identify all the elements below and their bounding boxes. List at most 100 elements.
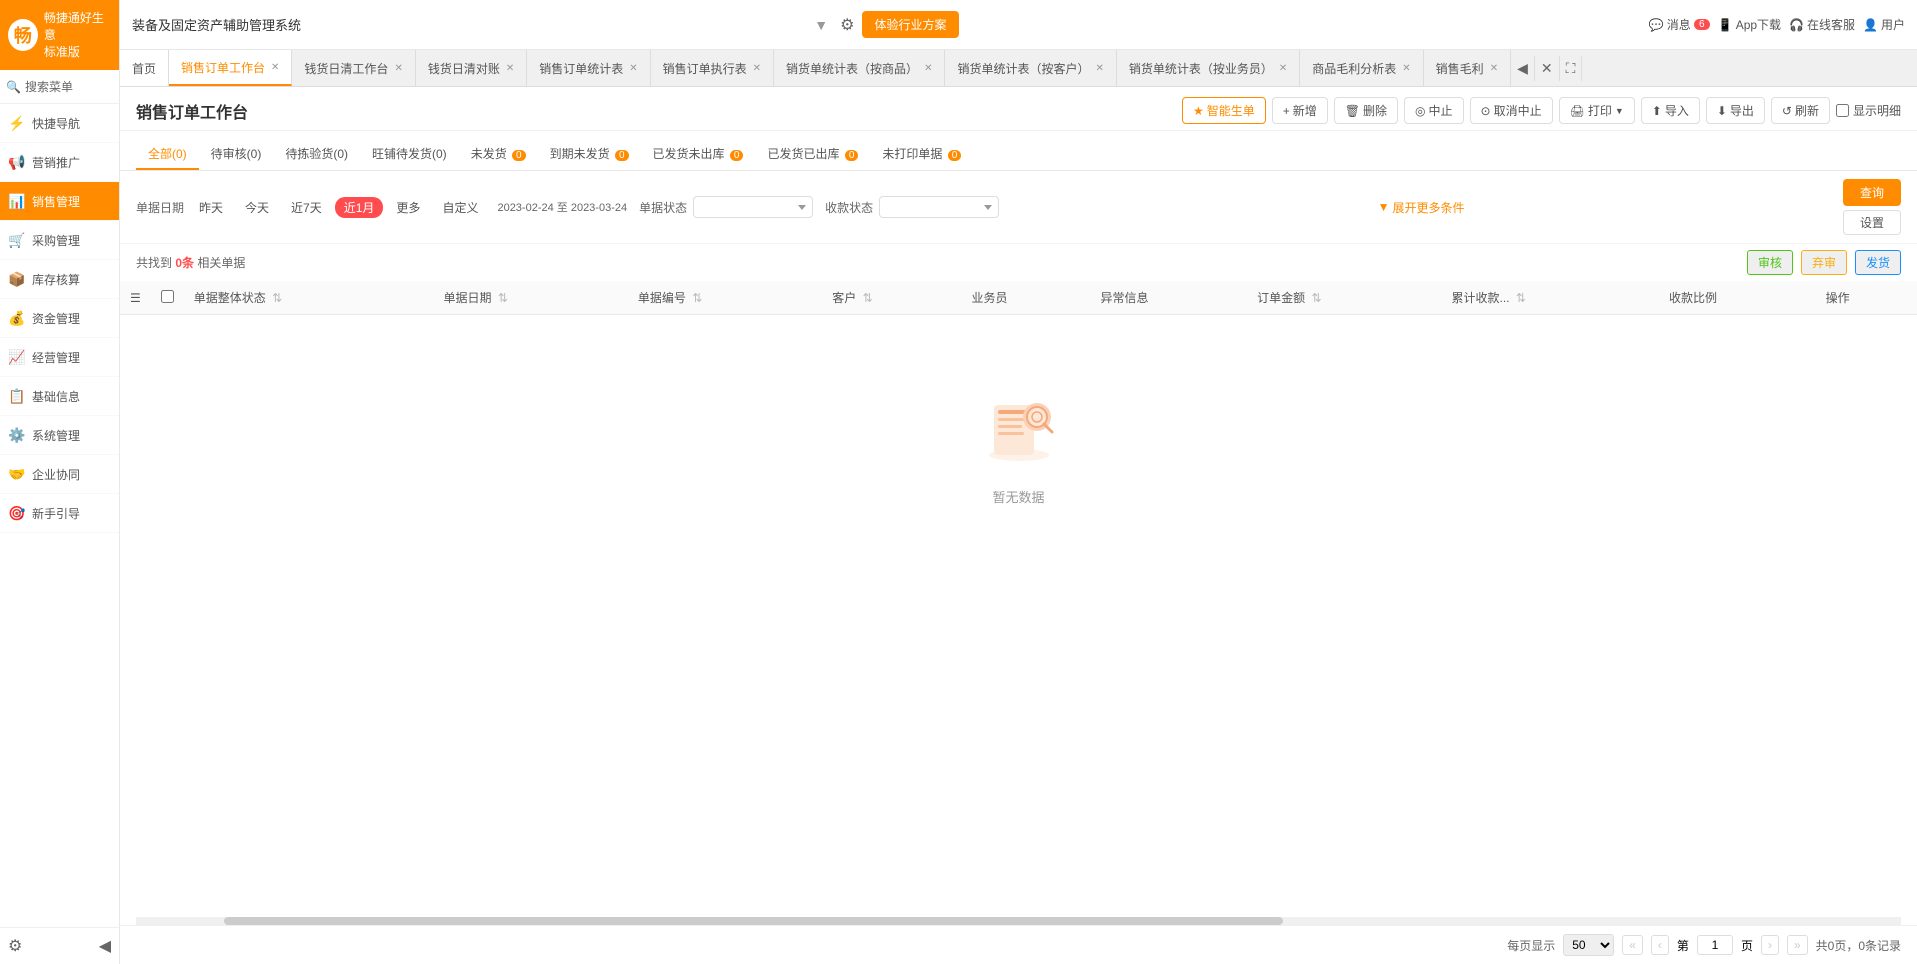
scrollbar-thumb[interactable] <box>224 917 1283 925</box>
select-all-checkbox[interactable] <box>161 290 174 303</box>
tab-close-icon[interactable]: ✕ <box>753 63 761 74</box>
sidebar-item-guide[interactable]: 🎯 新手引导 <box>0 494 119 533</box>
sort-customer-icon[interactable]: ⇅ <box>863 291 873 305</box>
date-btn-today[interactable]: 今天 <box>236 196 278 219</box>
tab-close-icon[interactable]: ✕ <box>506 63 514 74</box>
dropdown-arrow-icon[interactable]: ▼ <box>814 17 828 33</box>
tab-close-icon[interactable]: ✕ <box>271 62 279 73</box>
first-page-btn[interactable]: « <box>1622 935 1643 955</box>
date-btn-custom[interactable]: 自定义 <box>433 196 487 219</box>
sort-date-icon[interactable]: ⇅ <box>498 291 508 305</box>
tab-sales-order-workspace[interactable]: 销售订单工作台 ✕ <box>169 50 292 86</box>
sidebar-item-quick-nav[interactable]: ⚡ 快捷导航 <box>0 104 119 143</box>
tab-sales-order-exec[interactable]: 销售订单执行表 ✕ <box>651 50 774 86</box>
trending-icon: 📈 <box>8 348 26 366</box>
date-btn-yesterday[interactable]: 昨天 <box>190 196 232 219</box>
tab-sales-profit[interactable]: 销售毛利 ✕ <box>1424 50 1511 86</box>
sub-tab-pending-inspection[interactable]: 待拣验货(0) <box>273 139 360 170</box>
sub-tab-expired-not-shipped[interactable]: 到期未发货 0 <box>538 139 641 170</box>
sidebar-item-operations[interactable]: 📈 经营管理 <box>0 338 119 377</box>
sub-tab-not-printed[interactable]: 未打印单据 0 <box>870 139 973 170</box>
settings-header-icon[interactable]: ⚙ <box>840 15 854 35</box>
print-btn[interactable]: 🖨 打印 ▼ <box>1559 97 1635 124</box>
sub-tab-wangpu[interactable]: 旺铺待发货(0) <box>360 139 459 170</box>
tab-close-icon[interactable]: ✕ <box>1279 63 1287 74</box>
audit-batch-btn[interactable]: 审核 <box>1747 250 1793 275</box>
import-btn[interactable]: ⬆ 导入 <box>1641 97 1700 124</box>
sidebar-item-enterprise[interactable]: 🤝 企业协同 <box>0 455 119 494</box>
sort-collected-icon[interactable]: ⇅ <box>1516 291 1526 305</box>
tab-close-icon[interactable]: ✕ <box>1402 63 1410 74</box>
settings-query-btn[interactable]: 设置 <box>1843 210 1901 235</box>
settings-icon[interactable]: ⚙ <box>8 936 22 956</box>
sub-tab-pending-review[interactable]: 待审核(0) <box>199 139 274 170</box>
tab-close-all-btn[interactable]: ✕ <box>1535 56 1560 81</box>
main-content: 装备及固定资产辅助管理系统 ▼ ⚙ 体验行业方案 💬 消息 6 📱 App下载 … <box>120 0 1917 964</box>
page-input[interactable] <box>1697 935 1733 955</box>
query-btn[interactable]: 查询 <box>1843 179 1901 206</box>
tab-more-btn[interactable]: ◀ <box>1511 56 1535 81</box>
sidebar-item-inventory[interactable]: 📦 库存核算 <box>0 260 119 299</box>
show-detail-input[interactable] <box>1836 104 1849 117</box>
tab-close-icon[interactable]: ✕ <box>1095 63 1103 74</box>
sidebar-item-finance[interactable]: 💰 资金管理 <box>0 299 119 338</box>
sidebar-item-base-info[interactable]: 📋 基础信息 <box>0 377 119 416</box>
add-btn[interactable]: + 新增 <box>1272 97 1328 124</box>
sort-amount-icon[interactable]: ⇅ <box>1311 291 1321 305</box>
status-select[interactable] <box>693 196 813 218</box>
tab-cash-daily[interactable]: 钱货日清工作台 ✕ <box>292 50 415 86</box>
sort-status-icon[interactable]: ⇅ <box>272 291 282 305</box>
message-btn[interactable]: 💬 消息 6 <box>1649 16 1710 33</box>
sub-tab-all[interactable]: 全部(0) <box>136 139 199 170</box>
show-detail-checkbox[interactable]: 显示明细 <box>1836 102 1901 119</box>
refresh-btn[interactable]: ↺ 刷新 <box>1771 97 1830 124</box>
tab-margin-analysis[interactable]: 商品毛利分析表 ✕ <box>1300 50 1423 86</box>
smart-create-btn[interactable]: ★ 智能生单 <box>1182 97 1266 124</box>
tab-close-icon[interactable]: ✕ <box>1490 63 1498 74</box>
pagination-bar: 每页显示 10 20 50 100 « ‹ 第 页 › » 共0页，0条记录 <box>120 925 1917 964</box>
horizontal-scrollbar[interactable] <box>136 917 1901 925</box>
date-btn-more[interactable]: 更多 <box>387 196 429 219</box>
export-btn[interactable]: ⬇ 导出 <box>1706 97 1765 124</box>
date-btn-1month[interactable]: 近1月 <box>335 197 384 218</box>
sort-number-icon[interactable]: ⇅ <box>692 291 702 305</box>
user-btn[interactable]: 👤 用户 <box>1863 16 1905 33</box>
tab-home[interactable]: 首页 <box>120 50 169 86</box>
sidebar-item-marketing[interactable]: 📢 营销推广 <box>0 143 119 182</box>
next-page-btn[interactable]: › <box>1761 935 1779 955</box>
sidebar-item-sales[interactable]: 📊 销售管理 <box>0 182 119 221</box>
unaudit-batch-btn[interactable]: 弃审 <box>1801 250 1847 275</box>
sidebar-item-search[interactable]: 🔍 搜索菜单 <box>0 70 119 104</box>
sub-tab-shipped-out[interactable]: 已发货已出库 0 <box>755 139 870 170</box>
tab-sales-stats-staff[interactable]: 销货单统计表（按业务员） ✕ <box>1117 50 1300 86</box>
sidebar-bottom: ⚙ ◀ <box>0 927 119 964</box>
prev-page-btn[interactable]: ‹ <box>1651 935 1669 955</box>
tab-sales-stats-product[interactable]: 销货单统计表（按商品） ✕ <box>774 50 945 86</box>
tab-sales-order-stats[interactable]: 销售订单统计表 ✕ <box>527 50 650 86</box>
sidebar-item-purchase[interactable]: 🛒 采购管理 <box>0 221 119 260</box>
tab-sales-stats-customer[interactable]: 销货单统计表（按客户） ✕ <box>945 50 1116 86</box>
stop-btn[interactable]: ◎ 中止 <box>1404 97 1464 124</box>
tab-close-icon[interactable]: ✕ <box>394 63 402 74</box>
per-page-select[interactable]: 10 20 50 100 <box>1563 934 1614 956</box>
last-page-btn[interactable]: » <box>1787 935 1808 955</box>
cancel-stop-btn[interactable]: ⊙ 取消中止 <box>1470 97 1553 124</box>
sub-tab-shipped-not-in[interactable]: 已发货未出库 0 <box>641 139 756 170</box>
delete-btn[interactable]: 🗑 删除 <box>1334 97 1398 124</box>
industry-btn[interactable]: 体验行业方案 <box>862 11 958 38</box>
tab-cash-reconcile[interactable]: 钱货日清对账 ✕ <box>416 50 527 86</box>
tab-close-icon[interactable]: ✕ <box>924 63 932 74</box>
column-settings-icon[interactable]: ☰ <box>130 291 141 305</box>
ship-batch-btn[interactable]: 发货 <box>1855 250 1901 275</box>
collapse-icon[interactable]: ◀ <box>99 936 111 956</box>
online-service-btn[interactable]: 🎧 在线客服 <box>1789 16 1855 33</box>
expand-conditions-btn[interactable]: ▼ 展开更多条件 <box>1378 199 1465 216</box>
sub-tab-not-shipped[interactable]: 未发货 0 <box>459 139 538 170</box>
app-download-btn[interactable]: 📱 App下载 <box>1718 16 1781 33</box>
payment-select[interactable] <box>879 196 999 218</box>
date-btn-7days[interactable]: 近7天 <box>282 196 331 219</box>
tab-close-icon[interactable]: ✕ <box>629 63 637 74</box>
tab-maximize-btn[interactable]: ⛶ <box>1560 56 1583 81</box>
sidebar-item-system[interactable]: ⚙️ 系统管理 <box>0 416 119 455</box>
batch-actions: 审核 弃审 发货 <box>1747 250 1901 275</box>
